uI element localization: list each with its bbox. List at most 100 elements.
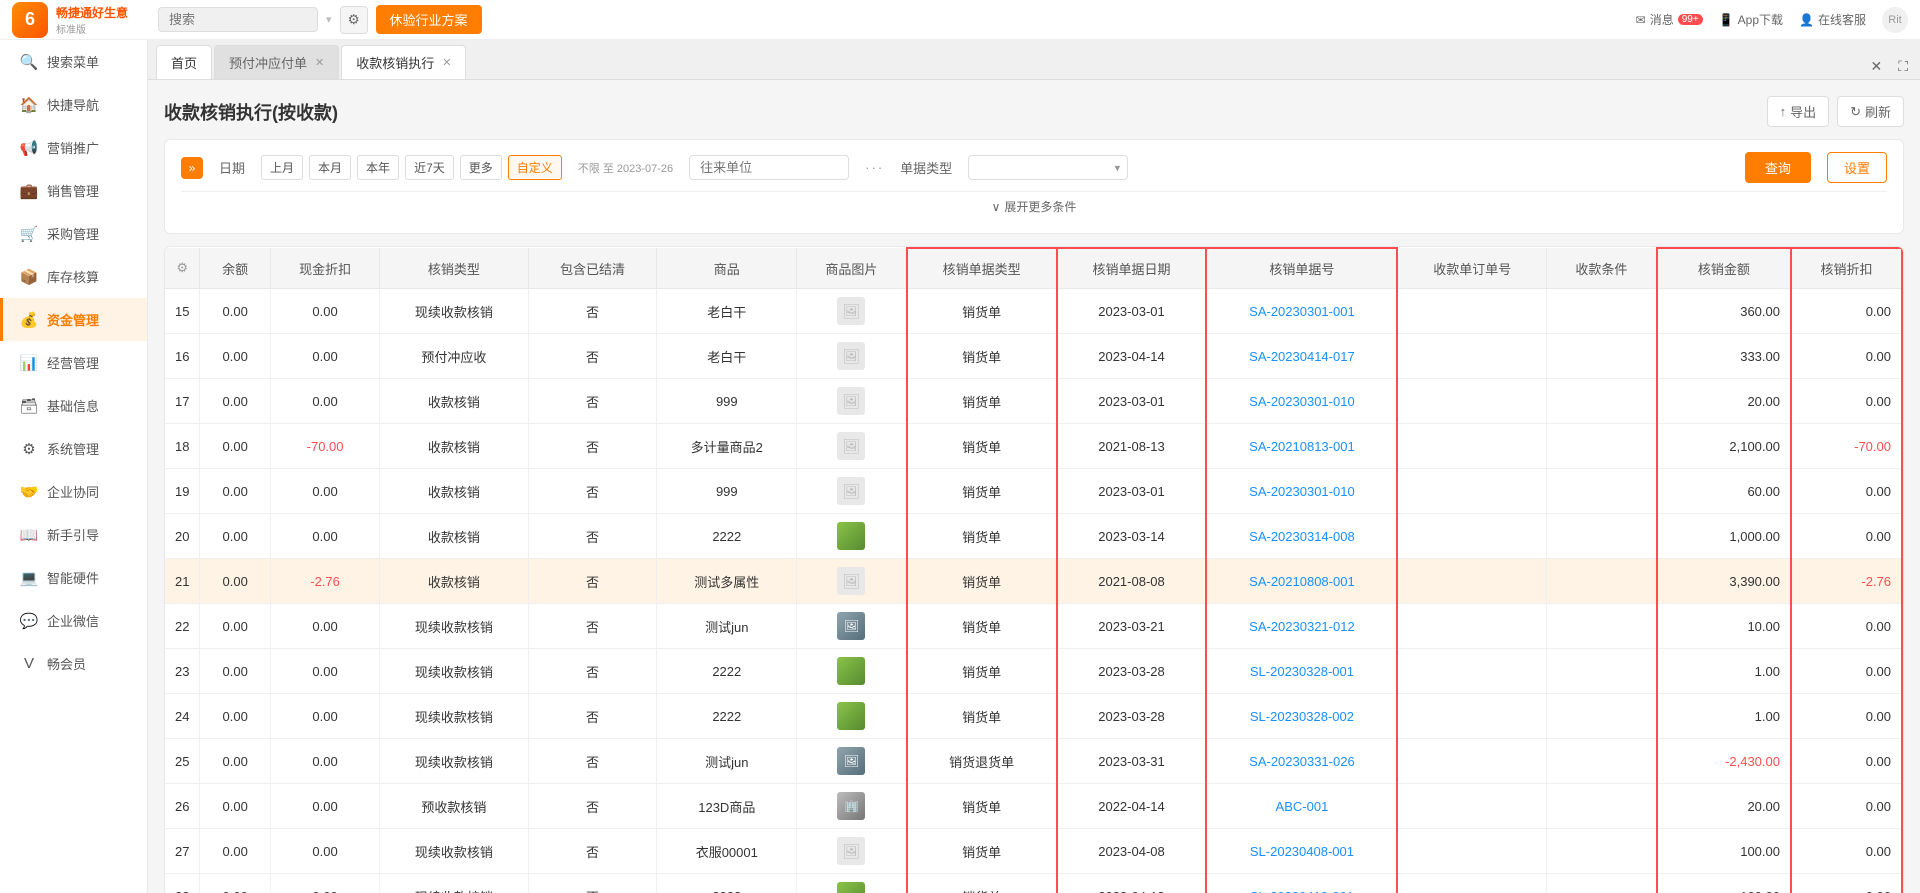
- cell-include-cleared: 否: [528, 694, 657, 739]
- cell-balance: 0.00: [200, 379, 270, 424]
- cell-cash-discount: 0.00: [270, 829, 379, 874]
- cell-balance: 0.00: [200, 784, 270, 829]
- cell-goods: 2222: [657, 694, 797, 739]
- sidebar-item-inventory[interactable]: 📦 库存核算: [0, 255, 147, 298]
- cell-writeoff-voucher-type: 销货单: [907, 604, 1057, 649]
- tab-writeoff-close[interactable]: ✕: [442, 56, 451, 69]
- writeoff-no-link[interactable]: SL-20230328-002: [1250, 709, 1354, 724]
- writeoff-no-link[interactable]: SA-20230314-008: [1249, 529, 1355, 544]
- sidebar-item-wechat[interactable]: 💬 企业微信: [0, 599, 147, 642]
- sidebar-item-system[interactable]: ⚙ 系统管理: [0, 427, 147, 470]
- cell-writeoff-amount: 2,100.00: [1657, 424, 1791, 469]
- filter-expand-button[interactable]: »: [181, 157, 203, 179]
- user-avatar[interactable]: Rit: [1882, 7, 1908, 33]
- col-settings[interactable]: ⚙: [165, 248, 200, 289]
- sidebar-item-finance[interactable]: 💰 资金管理: [0, 298, 147, 341]
- filter-date-this-month[interactable]: 本月: [309, 155, 351, 180]
- sidebar-item-sales[interactable]: 💼 销售管理: [0, 169, 147, 212]
- sidebar-item-guide[interactable]: 📖 新手引导: [0, 513, 147, 556]
- cell-writeoff-no[interactable]: SL-20230418-001: [1206, 874, 1397, 893]
- sidebar-item-quick[interactable]: 🏠 快捷导航: [0, 83, 147, 126]
- cell-writeoff-date: 2023-04-08: [1057, 829, 1207, 874]
- cell-seq: 22: [165, 604, 200, 649]
- message-button[interactable]: ✉ 消息 99+: [1636, 11, 1703, 28]
- cell-writeoff-no[interactable]: SA-20210813-001: [1206, 424, 1397, 469]
- refresh-button[interactable]: ↻ 刷新: [1837, 96, 1904, 127]
- writeoff-no-link[interactable]: SL-20230418-001: [1250, 889, 1354, 893]
- sidebar-item-marketing[interactable]: 📢 营销推广: [0, 126, 147, 169]
- sidebar-item-operations[interactable]: 📊 经营管理: [0, 341, 147, 384]
- cell-writeoff-no[interactable]: SL-20230328-001: [1206, 649, 1397, 694]
- solution-button[interactable]: 休验行业方案: [376, 5, 482, 34]
- filter-partner-input[interactable]: [689, 155, 849, 180]
- cell-writeoff-type: 现续收款核销: [380, 694, 528, 739]
- writeoff-no-link[interactable]: SA-20210813-001: [1249, 439, 1355, 454]
- tab-fullscreen-button[interactable]: ⛶: [1894, 54, 1912, 79]
- topbar-dropdown-arrow[interactable]: ▾: [326, 13, 332, 26]
- cell-writeoff-type: 现续收款核销: [380, 829, 528, 874]
- expand-more-button[interactable]: ∨ 展开更多条件: [181, 191, 1887, 221]
- cell-writeoff-voucher-type: 销货单: [907, 829, 1057, 874]
- cell-writeoff-no[interactable]: SA-20230301-010: [1206, 469, 1397, 514]
- tab-writeoff[interactable]: 收款核销执行 ✕: [341, 45, 466, 79]
- online-service-button[interactable]: 👤 在线客服: [1799, 11, 1866, 28]
- cell-receipt-order-no: [1397, 649, 1546, 694]
- writeoff-no-link[interactable]: SL-20230328-001: [1250, 664, 1354, 679]
- sidebar-item-purchase[interactable]: 🛒 采购管理: [0, 212, 147, 255]
- app-download-button[interactable]: 📱 App下载: [1719, 11, 1783, 28]
- cell-balance: 0.00: [200, 874, 270, 893]
- cell-writeoff-no[interactable]: SL-20230408-001: [1206, 829, 1397, 874]
- sidebar-item-basic[interactable]: 🗃 基础信息: [0, 384, 147, 427]
- cell-writeoff-no[interactable]: SA-20230301-010: [1206, 379, 1397, 424]
- sidebar-item-hardware[interactable]: 💻 智能硬件: [0, 556, 147, 599]
- cell-writeoff-no[interactable]: SA-20230331-026: [1206, 739, 1397, 784]
- cell-writeoff-no[interactable]: SL-20230328-002: [1206, 694, 1397, 739]
- tab-home[interactable]: 首页: [156, 45, 212, 79]
- cell-writeoff-date: 2023-03-28: [1057, 694, 1207, 739]
- tab-prepay-close[interactable]: ✕: [315, 56, 324, 69]
- cell-writeoff-no[interactable]: SA-20230301-001: [1206, 289, 1397, 334]
- writeoff-no-link[interactable]: SA-20230414-017: [1249, 349, 1355, 364]
- sidebar-item-search[interactable]: 🔍 搜索菜单: [0, 40, 147, 83]
- filter-voucher-type-select[interactable]: [968, 155, 1128, 180]
- cell-writeoff-no[interactable]: SA-20210808-001: [1206, 559, 1397, 604]
- sidebar-item-member[interactable]: V 畅会员: [0, 642, 147, 685]
- filter-date-more[interactable]: 更多: [460, 155, 502, 180]
- cell-balance: 0.00: [200, 649, 270, 694]
- export-button[interactable]: ↑ 导出: [1767, 96, 1830, 127]
- filter-date-custom[interactable]: 自定义: [508, 155, 562, 180]
- cell-writeoff-no[interactable]: SA-20230321-012: [1206, 604, 1397, 649]
- writeoff-no-link[interactable]: SA-20230301-010: [1249, 394, 1355, 409]
- setting-button[interactable]: 设置: [1827, 152, 1887, 183]
- filter-date-this-year[interactable]: 本年: [357, 155, 399, 180]
- cell-include-cleared: 否: [528, 334, 657, 379]
- cell-seq: 16: [165, 334, 200, 379]
- cell-writeoff-no[interactable]: ABC-001: [1206, 784, 1397, 829]
- cell-seq: 28: [165, 874, 200, 893]
- sidebar-item-enterprise[interactable]: 🤝 企业协同: [0, 470, 147, 513]
- filter-date-7days[interactable]: 近7天: [405, 155, 454, 180]
- topbar-search-input[interactable]: [158, 7, 318, 32]
- query-button[interactable]: 查询: [1745, 152, 1811, 183]
- table-row: 21 0.00 -2.76 收款核销 否 测试多属性 🖼 销货单 2021-08…: [165, 559, 1902, 604]
- cell-goods-image: 🖼: [797, 559, 907, 604]
- filter-partner-dots[interactable]: ···: [865, 160, 884, 175]
- tab-bar: 首页 预付冲应付单 ✕ 收款核销执行 ✕ ✕ ⛶: [148, 40, 1920, 80]
- writeoff-no-link[interactable]: SA-20230331-026: [1249, 754, 1355, 769]
- writeoff-no-link[interactable]: SA-20230301-010: [1249, 484, 1355, 499]
- tab-close-button[interactable]: ✕: [1866, 54, 1886, 79]
- cell-cash-discount: 0.00: [270, 739, 379, 784]
- cell-writeoff-voucher-type: 销货单: [907, 649, 1057, 694]
- tab-prepay[interactable]: 预付冲应付单 ✕: [214, 45, 339, 79]
- writeoff-no-link[interactable]: SA-20230321-012: [1249, 619, 1355, 634]
- filter-date-last-month[interactable]: 上月: [261, 155, 303, 180]
- cell-receipt-condition: [1547, 604, 1657, 649]
- cell-writeoff-no[interactable]: SA-20230314-008: [1206, 514, 1397, 559]
- writeoff-no-link[interactable]: SL-20230408-001: [1250, 844, 1354, 859]
- writeoff-no-link[interactable]: SA-20230301-001: [1249, 304, 1355, 319]
- writeoff-no-link[interactable]: SA-20210808-001: [1249, 574, 1355, 589]
- writeoff-no-link[interactable]: ABC-001: [1276, 799, 1329, 814]
- cell-writeoff-no[interactable]: SA-20230414-017: [1206, 334, 1397, 379]
- cell-seq: 26: [165, 784, 200, 829]
- topbar-gear-button[interactable]: ⚙: [340, 6, 368, 34]
